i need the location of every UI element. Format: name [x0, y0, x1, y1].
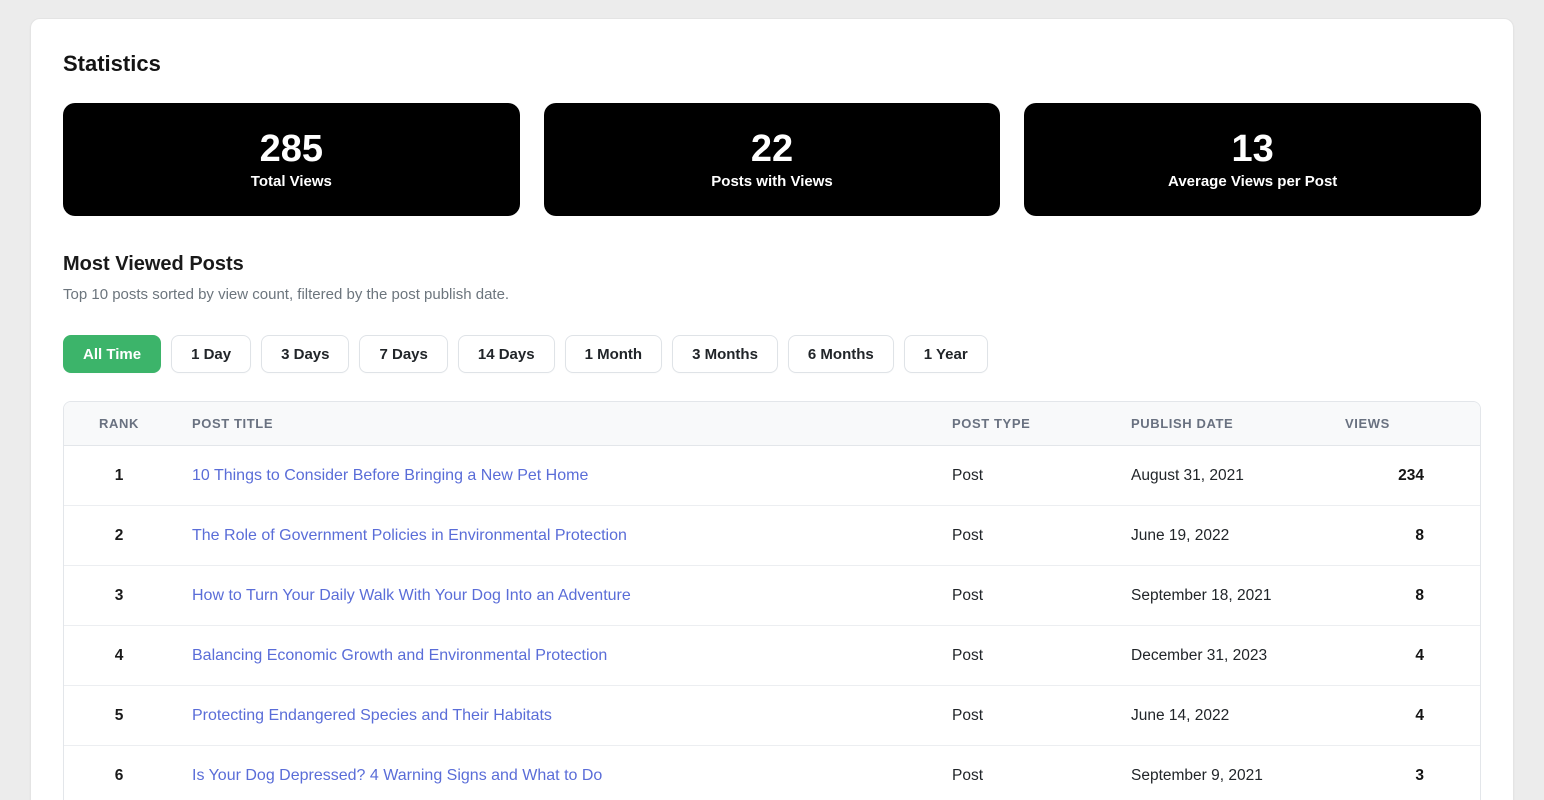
date-filter-group: All Time 1 Day 3 Days 7 Days 14 Days 1 M…: [63, 335, 1481, 373]
publish-date-cell: June 19, 2022: [1131, 506, 1345, 566]
publish-date-cell: September 9, 2021: [1131, 746, 1345, 800]
post-title-link[interactable]: Is Your Dog Depressed? 4 Warning Signs a…: [192, 767, 602, 784]
post-title-link[interactable]: Balancing Economic Growth and Environmen…: [192, 647, 607, 664]
table-row: 2 The Role of Government Policies in Env…: [64, 506, 1480, 566]
stat-value: 13: [1232, 128, 1274, 170]
column-header-type: Post Type: [952, 402, 1131, 446]
filter-14-days[interactable]: 14 Days: [458, 335, 555, 373]
rank-cell: 6: [64, 746, 174, 800]
table-row: 5 Protecting Endangered Species and Thei…: [64, 686, 1480, 746]
views-cell: 8: [1345, 566, 1480, 626]
table-row: 6 Is Your Dog Depressed? 4 Warning Signs…: [64, 746, 1480, 800]
views-cell: 234: [1345, 446, 1480, 506]
stat-label: Posts with Views: [711, 172, 832, 192]
column-header-date: Publish Date: [1131, 402, 1345, 446]
rank-cell: 5: [64, 686, 174, 746]
post-title-link[interactable]: Protecting Endangered Species and Their …: [192, 707, 552, 724]
publish-date-cell: August 31, 2021: [1131, 446, 1345, 506]
post-type-cell: Post: [952, 746, 1131, 800]
filter-1-year[interactable]: 1 Year: [904, 335, 988, 373]
column-header-views: Views: [1345, 402, 1480, 446]
publish-date-cell: September 18, 2021: [1131, 566, 1345, 626]
rank-cell: 2: [64, 506, 174, 566]
table-row: 4 Balancing Economic Growth and Environm…: [64, 626, 1480, 686]
publish-date-cell: December 31, 2023: [1131, 626, 1345, 686]
filter-all-time[interactable]: All Time: [63, 335, 161, 373]
post-type-cell: Post: [952, 626, 1131, 686]
post-type-cell: Post: [952, 686, 1131, 746]
post-type-cell: Post: [952, 566, 1131, 626]
table-header-row: Rank Post Title Post Type Publish Date V…: [64, 402, 1480, 446]
most-viewed-table: Rank Post Title Post Type Publish Date V…: [63, 401, 1481, 800]
filter-6-months[interactable]: 6 Months: [788, 335, 894, 373]
table-row: 3 How to Turn Your Daily Walk With Your …: [64, 566, 1480, 626]
filter-3-days[interactable]: 3 Days: [261, 335, 349, 373]
post-title-link[interactable]: How to Turn Your Daily Walk With Your Do…: [192, 587, 631, 604]
rank-cell: 3: [64, 566, 174, 626]
column-header-rank: Rank: [64, 402, 174, 446]
filter-7-days[interactable]: 7 Days: [359, 335, 447, 373]
column-header-title: Post Title: [174, 402, 952, 446]
stats-row: 285 Total Views 22 Posts with Views 13 A…: [63, 103, 1481, 216]
stat-card-average-views: 13 Average Views per Post: [1024, 103, 1481, 216]
post-title-link[interactable]: 10 Things to Consider Before Bringing a …: [192, 467, 588, 484]
publish-date-cell: June 14, 2022: [1131, 686, 1345, 746]
post-type-cell: Post: [952, 506, 1131, 566]
stat-card-posts-with-views: 22 Posts with Views: [544, 103, 1001, 216]
post-type-cell: Post: [952, 446, 1131, 506]
filter-1-day[interactable]: 1 Day: [171, 335, 251, 373]
views-cell: 3: [1345, 746, 1480, 800]
filter-3-months[interactable]: 3 Months: [672, 335, 778, 373]
most-viewed-title: Most Viewed Posts: [63, 250, 1481, 278]
stat-card-total-views: 285 Total Views: [63, 103, 520, 216]
stat-value: 22: [751, 128, 793, 170]
page-title: Statistics: [63, 49, 1481, 79]
stat-value: 285: [260, 128, 323, 170]
stat-label: Average Views per Post: [1168, 172, 1337, 192]
rank-cell: 1: [64, 446, 174, 506]
rank-cell: 4: [64, 626, 174, 686]
stat-label: Total Views: [251, 172, 332, 192]
views-cell: 8: [1345, 506, 1480, 566]
post-title-link[interactable]: The Role of Government Policies in Envir…: [192, 527, 627, 544]
most-viewed-subtitle: Top 10 posts sorted by view count, filte…: [63, 284, 1481, 305]
views-cell: 4: [1345, 686, 1480, 746]
table-row: 1 10 Things to Consider Before Bringing …: [64, 446, 1480, 506]
views-cell: 4: [1345, 626, 1480, 686]
filter-1-month[interactable]: 1 Month: [565, 335, 663, 373]
statistics-panel: Statistics 285 Total Views 22 Posts with…: [30, 18, 1514, 800]
